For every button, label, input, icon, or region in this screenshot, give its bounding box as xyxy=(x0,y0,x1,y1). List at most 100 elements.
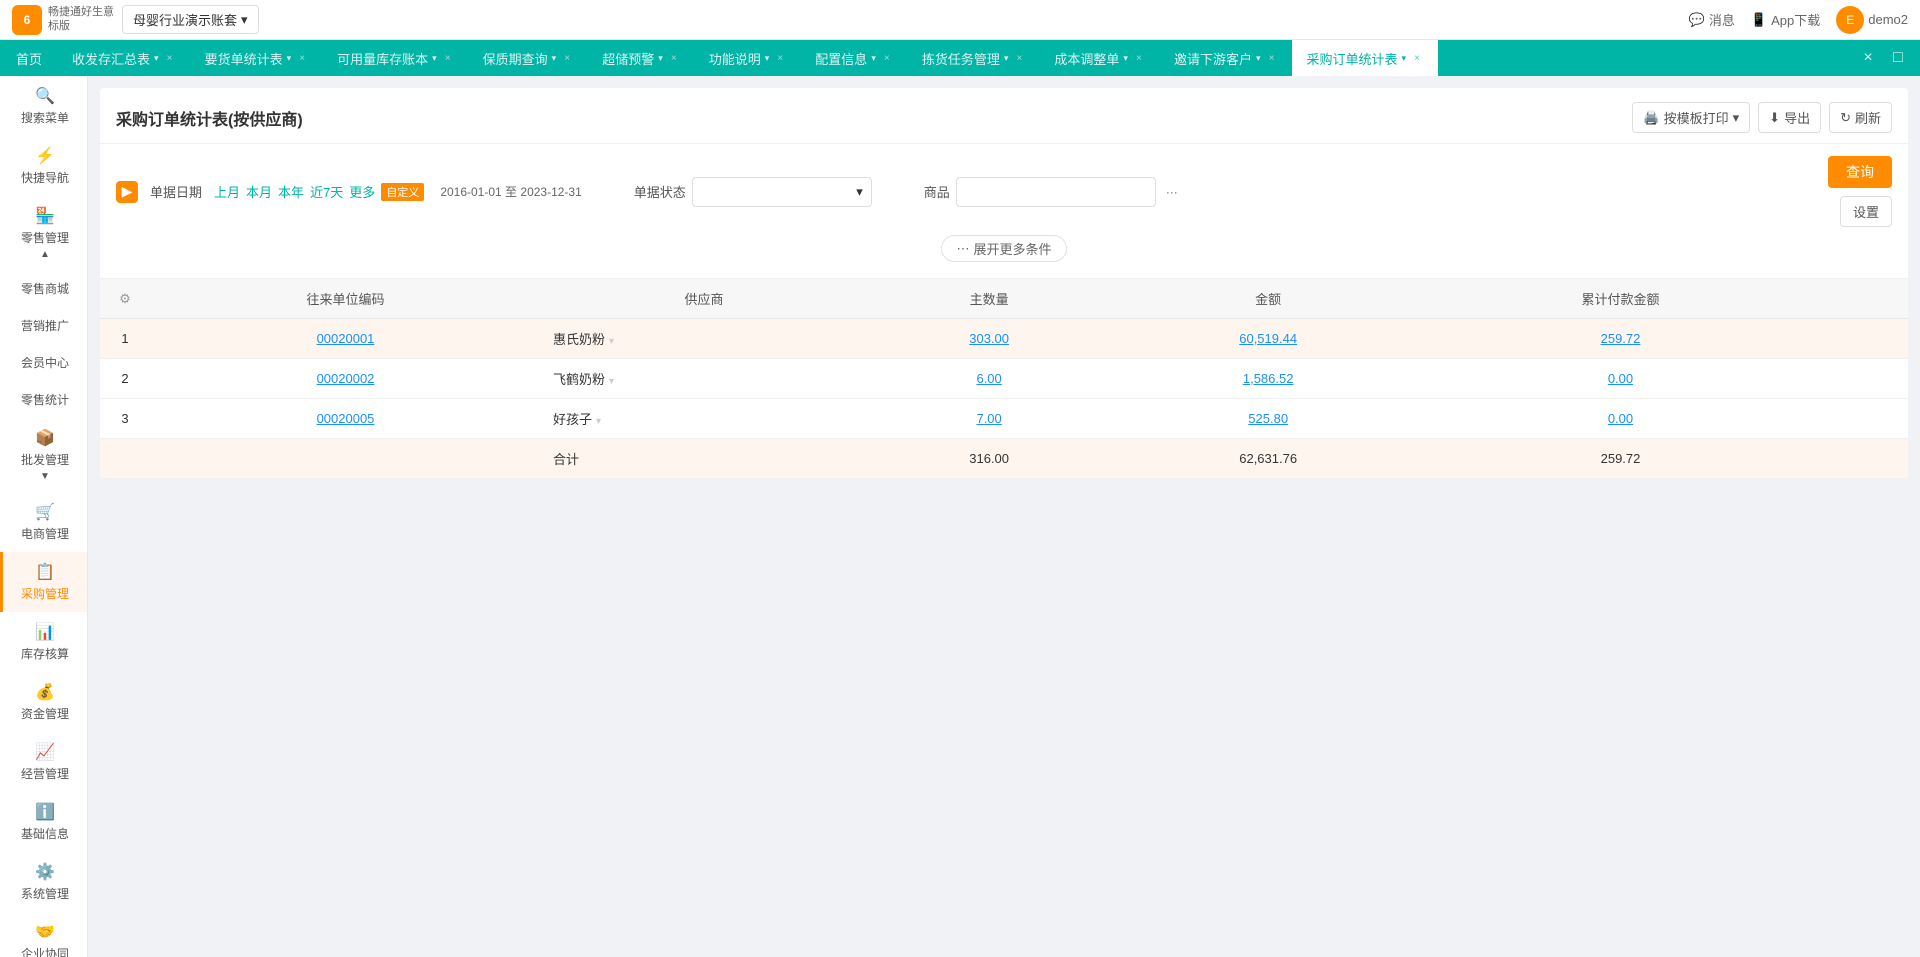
workspace-selector[interactable]: 母婴行业演示账套 ▾ xyxy=(122,5,259,34)
sidebar-item-retailstat[interactable]: 零售统计 xyxy=(0,381,87,418)
home-tab[interactable]: 首页 xyxy=(0,40,58,76)
tab-chengben[interactable]: 成本调整单 ▾ × xyxy=(1040,40,1160,76)
status-filter-label: 单据状态 xyxy=(634,182,686,201)
window-maximize-button[interactable]: □ xyxy=(1884,44,1912,72)
date-filter-label: 单据日期 xyxy=(150,182,202,201)
sidebar-item-member[interactable]: 会员中心 xyxy=(0,344,87,381)
filter-more-icon[interactable]: ··· xyxy=(1166,185,1178,199)
inventory-icon: 📊 xyxy=(35,622,55,642)
tab-arrow-icon: ▾ xyxy=(1256,53,1261,64)
sidebar-item-ecommerce[interactable]: 🛒 电商管理 xyxy=(0,492,87,552)
footer-empty-col xyxy=(100,439,150,479)
tab-yaohuo[interactable]: 要货单统计表 ▾ × xyxy=(191,40,324,76)
status-select[interactable]: ▾ xyxy=(692,177,872,207)
avatar-initials: E xyxy=(1846,13,1854,27)
tab-close-icon[interactable]: × xyxy=(1012,51,1026,65)
ecommerce-icon: 🛒 xyxy=(35,502,55,522)
row-paid[interactable]: 0.00 xyxy=(1425,359,1816,399)
filter-settings-button[interactable]: 设置 xyxy=(1840,196,1892,227)
sidebar-item-retail[interactable]: 🏪 零售管理 ▲ xyxy=(0,196,87,270)
row-qty[interactable]: 7.00 xyxy=(867,399,1111,439)
sidebar-item-enterprise[interactable]: 🤝 企业协同 xyxy=(0,912,87,957)
sysmanage-icon: ⚙️ xyxy=(35,862,55,882)
sidebar-item-sysmanage[interactable]: ⚙️ 系统管理 xyxy=(0,852,87,912)
tab-shoufasun[interactable]: 收发存汇总表 ▾ × xyxy=(58,40,191,76)
tab-chaochuyujing[interactable]: 超储预警 ▾ × xyxy=(588,40,695,76)
window-close-button[interactable]: × xyxy=(1854,44,1882,72)
footer-label-col xyxy=(150,439,541,479)
sidebar-item-quicknav[interactable]: ⚡ 快捷导航 xyxy=(0,136,87,196)
tab-close-icon[interactable]: × xyxy=(295,51,309,65)
sidebar-item-finance[interactable]: 💰 资金管理 xyxy=(0,672,87,732)
row-code[interactable]: 00020001 xyxy=(150,319,541,359)
tab-caigou-active[interactable]: 采购订单统计表 ▾ × xyxy=(1292,40,1438,76)
export-button[interactable]: ⬇ 导出 xyxy=(1758,102,1821,133)
refresh-button[interactable]: ↻ 刷新 xyxy=(1829,102,1892,133)
refresh-icon: ↻ xyxy=(1840,110,1851,126)
row-no: 2 xyxy=(100,359,150,399)
sidebar-item-search[interactable]: 🔍 搜索菜单 xyxy=(0,76,87,136)
tab-arrow-icon: ▾ xyxy=(432,53,437,64)
tab-arrow-icon: ▾ xyxy=(871,53,876,64)
table-area: ⚙ 往来单位编码 供应商 主数量 金额 累计付款金额 1 00020001 xyxy=(100,279,1908,479)
sidebar-item-retailmall[interactable]: 零售商城 xyxy=(0,270,87,307)
sidebar-item-wholesale[interactable]: 📦 批发管理 ▼ xyxy=(0,418,87,492)
row-paid[interactable]: 0.00 xyxy=(1425,399,1816,439)
query-buttons: 查询 设置 xyxy=(1828,156,1892,227)
wholesale-icon: 📦 xyxy=(35,428,55,448)
row-no: 3 xyxy=(100,399,150,439)
col-supplier-header: 供应商 xyxy=(541,279,867,319)
user-avatar: E xyxy=(1836,6,1864,34)
tab-peizhi[interactable]: 配置信息 ▾ × xyxy=(801,40,908,76)
sidebar-item-inventory[interactable]: 📊 库存核算 xyxy=(0,612,87,672)
tab-close-icon[interactable]: × xyxy=(560,51,574,65)
user-profile[interactable]: E demo2 xyxy=(1836,6,1908,34)
last-month-shortcut[interactable]: 上月 xyxy=(214,182,240,201)
goods-search-input[interactable] xyxy=(956,177,1156,207)
filter-collapse-button[interactable]: ▶ xyxy=(116,181,138,203)
page-container: 采购订单统计表(按供应商) 🖨️ 按模板打印 ▾ ⬇ 导出 ↻ 刷新 xyxy=(100,88,1908,479)
more-date-shortcut[interactable]: 更多 xyxy=(349,182,375,201)
tab-kuyong[interactable]: 可用量库存账本 ▾ × xyxy=(323,40,469,76)
query-button[interactable]: 查询 xyxy=(1828,156,1892,188)
quicknav-icon: ⚡ xyxy=(35,146,55,166)
seven-days-shortcut[interactable]: 近7天 xyxy=(310,182,343,201)
tab-baozhi[interactable]: 保质期查询 ▾ × xyxy=(469,40,589,76)
row-paid[interactable]: 259.72 xyxy=(1425,319,1816,359)
tab-close-icon[interactable]: × xyxy=(1264,51,1278,65)
tab-gongneng[interactable]: 功能说明 ▾ × xyxy=(695,40,802,76)
tab-close-icon[interactable]: × xyxy=(441,51,455,65)
row-amount[interactable]: 60,519.44 xyxy=(1111,319,1425,359)
sidebar-item-marketing[interactable]: 营销推广 xyxy=(0,307,87,344)
row-code[interactable]: 00020002 xyxy=(150,359,541,399)
tab-close-icon[interactable]: × xyxy=(880,51,894,65)
row-amount[interactable]: 525.80 xyxy=(1111,399,1425,439)
row-code[interactable]: 00020005 xyxy=(150,399,541,439)
tab-arrow-icon: ▾ xyxy=(1123,53,1128,64)
row-amount[interactable]: 1,586.52 xyxy=(1111,359,1425,399)
this-month-shortcut[interactable]: 本月 xyxy=(246,182,272,201)
row-qty[interactable]: 6.00 xyxy=(867,359,1111,399)
message-button[interactable]: 💬 消息 xyxy=(1689,10,1735,29)
tab-close-icon[interactable]: × xyxy=(773,51,787,65)
expand-more-button[interactable]: ⋯ 展开更多条件 xyxy=(941,235,1066,262)
sidebar-item-purchase[interactable]: 📋 采购管理 xyxy=(0,552,87,612)
column-settings-icon[interactable]: ⚙ xyxy=(119,291,131,306)
tab-close-icon[interactable]: × xyxy=(1132,51,1146,65)
sidebar-item-operations[interactable]: 📈 经营管理 xyxy=(0,732,87,792)
date-range-text: 2016-01-01 至 2023-12-31 xyxy=(440,183,581,200)
row-qty[interactable]: 303.00 xyxy=(867,319,1111,359)
tab-close-icon[interactable]: × xyxy=(163,51,177,65)
print-icon: 🖨️ xyxy=(1643,110,1659,126)
top-bar-right: 💬 消息 📱 App下载 E demo2 xyxy=(1689,6,1908,34)
template-print-button[interactable]: 🖨️ 按模板打印 ▾ xyxy=(1632,102,1750,133)
sidebar-item-basicinfo[interactable]: ℹ️ 基础信息 xyxy=(0,792,87,852)
this-year-shortcut[interactable]: 本年 xyxy=(278,182,304,201)
tab-jianhuo[interactable]: 拣货任务管理 ▾ × xyxy=(908,40,1041,76)
tab-yaoqing[interactable]: 邀请下游客户 ▾ × xyxy=(1160,40,1293,76)
app-download-button[interactable]: 📱 App下载 xyxy=(1751,10,1820,29)
sidebar: 🔍 搜索菜单 ⚡ 快捷导航 🏪 零售管理 ▲ 零售商城 营销推广 会员中心 零售… xyxy=(0,76,88,957)
supplier-arrow-icon: ▾ xyxy=(609,376,614,387)
tab-close-icon[interactable]: × xyxy=(1410,51,1424,65)
tab-close-icon[interactable]: × xyxy=(667,51,681,65)
